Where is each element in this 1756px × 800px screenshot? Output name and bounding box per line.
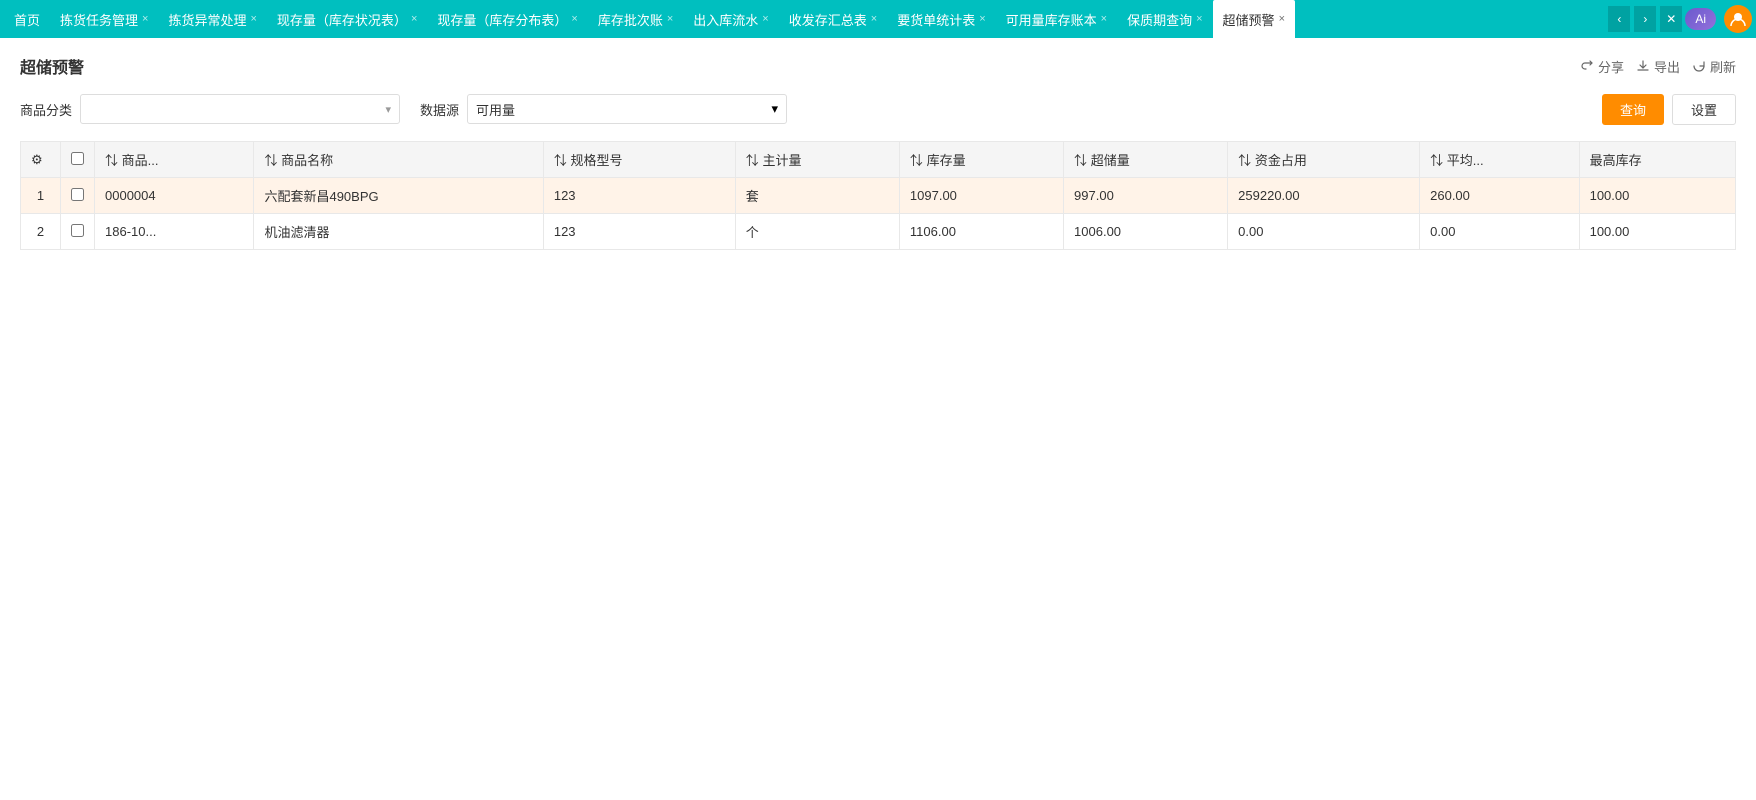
close-icon[interactable]: ×: [1196, 13, 1202, 25]
query-button[interactable]: 查询: [1602, 94, 1664, 125]
refresh-icon: [1692, 59, 1706, 73]
row-product-code: 0000004: [95, 178, 254, 214]
row-unit: 个: [735, 214, 899, 250]
row-checkbox[interactable]: [71, 188, 84, 201]
nav-tab-1[interactable]: 拣货异常处理 ×: [158, 0, 266, 38]
page-header: 超储预警 分享 导出 刷新: [20, 54, 1736, 78]
close-icon[interactable]: ×: [1101, 13, 1107, 25]
row-product-code: 186-10...: [95, 214, 254, 250]
th-product-name: ⇅ 商品名称: [254, 142, 543, 178]
row-max-stock: 100.00: [1579, 214, 1735, 250]
row-checkbox-cell: [61, 178, 95, 214]
th-unit: ⇅ 主计量: [735, 142, 899, 178]
nav-home[interactable]: 首页: [4, 0, 50, 38]
close-icon[interactable]: ×: [762, 13, 768, 25]
table-row: 1 0000004 六配套新昌490BPG 123 套 1097.00 997.…: [21, 178, 1736, 214]
nav-tab-9[interactable]: 保质期查询 ×: [1117, 0, 1212, 38]
nav-bar: 首页 拣货任务管理 × 拣货异常处理 × 现存量（库存状况表） × 现存量（库存…: [0, 0, 1756, 38]
category-select[interactable]: ▾: [80, 94, 400, 124]
row-spec: 123: [543, 214, 735, 250]
th-overstock: ⇅ 超储量: [1064, 142, 1228, 178]
datasource-label: 数据源: [420, 100, 459, 119]
row-capital: 0.00: [1228, 214, 1420, 250]
row-stock: 1097.00: [899, 178, 1063, 214]
export-icon: [1636, 59, 1650, 73]
nav-tab-7[interactable]: 要货单统计表 ×: [887, 0, 995, 38]
th-capital: ⇅ 资金占用: [1228, 142, 1420, 178]
th-product-code: ⇅ 商品...: [95, 142, 254, 178]
row-max-stock: 100.00: [1579, 178, 1735, 214]
nav-tab-active[interactable]: 超储预警 ×: [1213, 0, 1295, 38]
row-num: 2: [21, 214, 61, 250]
row-avg: 0.00: [1420, 214, 1579, 250]
settings-icon[interactable]: ⚙: [31, 152, 43, 167]
row-checkbox-cell: [61, 214, 95, 250]
nav-tab-8[interactable]: 可用量库存账本 ×: [996, 0, 1117, 38]
close-icon[interactable]: ×: [250, 13, 256, 25]
th-spec: ⇅ 规格型号: [543, 142, 735, 178]
row-num: 1: [21, 178, 61, 214]
export-button[interactable]: 导出: [1636, 57, 1680, 76]
datasource-filter: 数据源 可用量 ▾: [420, 94, 787, 124]
row-capital: 259220.00: [1228, 178, 1420, 214]
th-avg: ⇅ 平均...: [1420, 142, 1579, 178]
nav-tab-2[interactable]: 现存量（库存状况表） ×: [267, 0, 427, 38]
row-spec: 123: [543, 178, 735, 214]
nav-tab-5[interactable]: 出入库流水 ×: [683, 0, 778, 38]
chevron-down-icon: ▾: [385, 103, 391, 116]
th-stock: ⇅ 库存量: [899, 142, 1063, 178]
table-row: 2 186-10... 机油滤清器 123 个 1106.00 1006.00 …: [21, 214, 1736, 250]
th-checkbox: [61, 142, 95, 178]
select-all-checkbox[interactable]: [71, 152, 84, 165]
user-avatar[interactable]: [1724, 5, 1752, 33]
share-button[interactable]: 分享: [1580, 57, 1624, 76]
th-max-stock: 最高库存: [1579, 142, 1735, 178]
category-filter: 商品分类 ▾: [20, 94, 400, 124]
th-settings: ⚙: [21, 142, 61, 178]
settings-button[interactable]: 设置: [1672, 94, 1736, 125]
row-overstock: 1006.00: [1064, 214, 1228, 250]
row-overstock: 997.00: [1064, 178, 1228, 214]
page-content: 超储预警 分享 导出 刷新: [0, 38, 1756, 800]
row-checkbox[interactable]: [71, 224, 84, 237]
close-icon[interactable]: ×: [142, 13, 148, 25]
close-icon[interactable]: ×: [871, 13, 877, 25]
row-avg: 260.00: [1420, 178, 1579, 214]
ai-button[interactable]: Ai: [1685, 8, 1716, 30]
close-icon[interactable]: ×: [571, 13, 577, 25]
share-icon: [1580, 59, 1594, 73]
chevron-down-icon: ▾: [772, 101, 779, 117]
row-stock: 1106.00: [899, 214, 1063, 250]
header-actions: 分享 导出 刷新: [1580, 57, 1736, 76]
close-icon[interactable]: ×: [667, 13, 673, 25]
nav-tab-4[interactable]: 库存批次账 ×: [588, 0, 683, 38]
category-label: 商品分类: [20, 100, 72, 119]
row-unit: 套: [735, 178, 899, 214]
nav-tab-6[interactable]: 收发存汇总表 ×: [779, 0, 887, 38]
nav-tab-3[interactable]: 现存量（库存分布表） ×: [427, 0, 587, 38]
nav-prev-button[interactable]: ‹: [1608, 6, 1630, 32]
page-title: 超储预警: [20, 54, 84, 78]
close-icon[interactable]: ×: [411, 13, 417, 25]
data-table: ⚙ ⇅ 商品... ⇅ 商品名称 ⇅ 规格型号 ⇅: [20, 141, 1736, 250]
close-icon[interactable]: ×: [979, 13, 985, 25]
nav-tab-0[interactable]: 拣货任务管理 ×: [50, 0, 158, 38]
nav-next-button[interactable]: ›: [1634, 6, 1656, 32]
row-product-name: 机油滤清器: [254, 214, 543, 250]
close-icon[interactable]: ×: [1279, 13, 1285, 25]
refresh-button[interactable]: 刷新: [1692, 57, 1736, 76]
nav-close-button[interactable]: ✕: [1660, 6, 1682, 32]
datasource-select[interactable]: 可用量 ▾: [467, 94, 787, 124]
row-product-name: 六配套新昌490BPG: [254, 178, 543, 214]
